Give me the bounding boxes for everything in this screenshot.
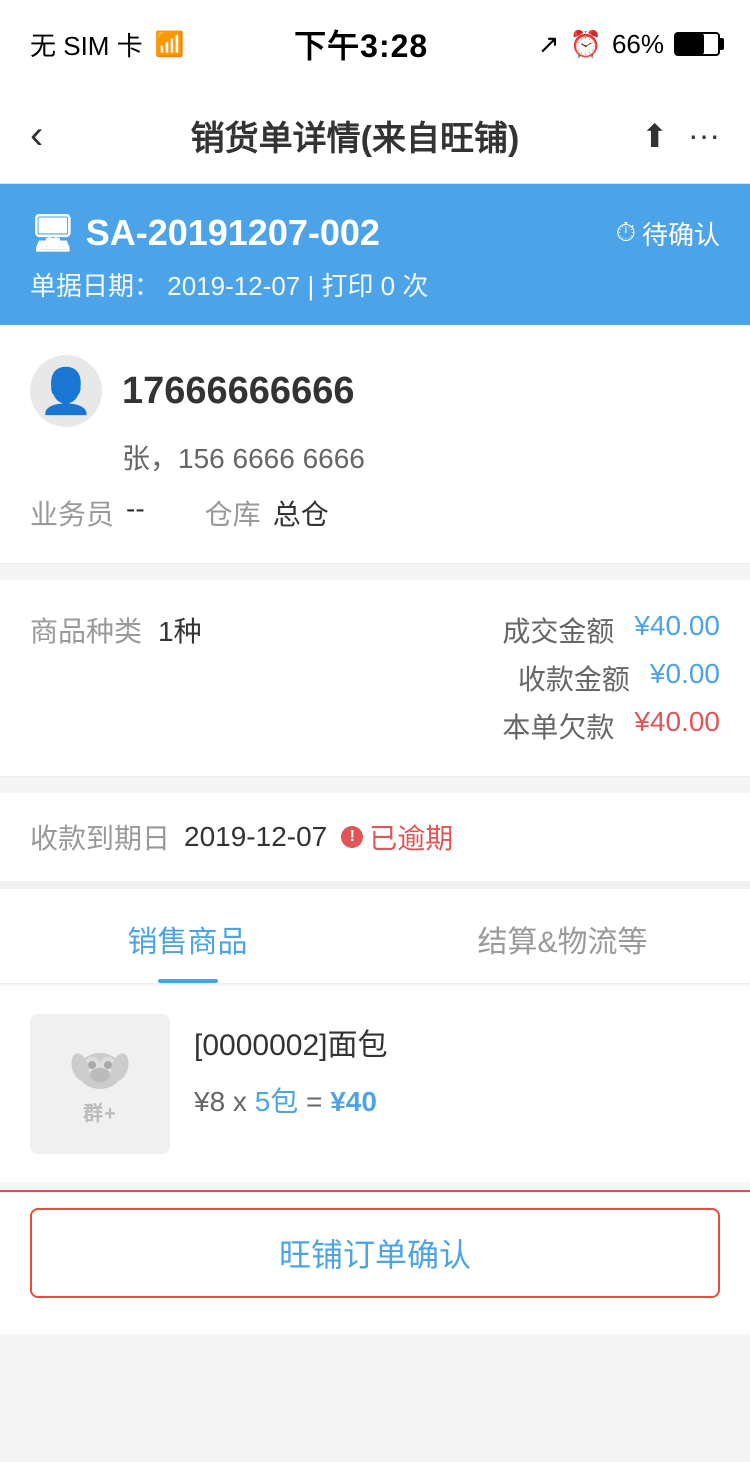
status-clock-icon: ⏱	[616, 217, 636, 249]
alarm-icon: ⏰	[570, 29, 602, 60]
order-id: 🖥 SA-20191207-002	[30, 212, 380, 254]
avatar-icon: 👤	[39, 365, 94, 417]
page-title: 销货单详情(来自旺铺)	[90, 111, 620, 160]
nav-actions: ⬆ ···	[620, 117, 720, 155]
due-section: 收款到期日 2019-12-07 ! 已逾期	[0, 793, 750, 889]
warehouse-value: 总仓	[273, 493, 329, 533]
tabs-section: 销售商品 结算&物流等	[0, 889, 750, 984]
category-label: 商品种类	[30, 610, 142, 650]
brand-text: 群+	[83, 1097, 117, 1126]
overdue-text: 已逾期	[369, 817, 453, 857]
received-value: ¥0.00	[650, 658, 720, 698]
equals-text: =	[298, 1086, 330, 1117]
order-id-text: SA-20191207-002	[86, 212, 380, 254]
product-section: 群+ [0000002]面包 ¥8 x 5包 = ¥40	[0, 986, 750, 1182]
summary-left: 商品种类 1种	[30, 610, 202, 650]
warehouse-label: 仓库	[205, 493, 261, 533]
category-value: 1种	[158, 610, 202, 650]
owed-label: 本单欠款	[502, 706, 614, 746]
price-text: ¥8 x	[194, 1086, 255, 1117]
overdue-dot-icon: !	[341, 826, 363, 848]
bottom-bar: 旺铺订单确认	[0, 1190, 750, 1334]
customer-meta: 业务员 -- 仓库 总仓	[30, 493, 720, 533]
received-row: 收款金额 ¥0.00	[502, 658, 720, 698]
order-status: ⏱ 待确认	[616, 215, 720, 252]
owed-value: ¥40.00	[634, 706, 720, 746]
status-right: ↗ ⏰ 66%	[538, 29, 720, 60]
sales-value: --	[126, 493, 145, 533]
product-thumbnail: 群+	[30, 1014, 170, 1154]
total-text: ¥40	[330, 1086, 377, 1117]
sales-meta: 业务员 --	[30, 493, 145, 533]
warehouse-meta: 仓库 总仓	[205, 493, 329, 533]
customer-phone: 17666666666	[122, 370, 354, 413]
product-name: [0000002]面包	[194, 1020, 720, 1064]
customer-name: 张，156 6666 6666	[122, 437, 720, 477]
date-value: 2019-12-07	[167, 271, 300, 301]
status-text: 待确认	[642, 215, 720, 252]
more-button[interactable]: ···	[688, 117, 720, 154]
location-icon: ↗	[538, 29, 560, 60]
due-label: 收款到期日	[30, 817, 170, 857]
product-thumb-inner: 群+	[70, 1043, 130, 1126]
product-info: [0000002]面包 ¥8 x 5包 = ¥40	[194, 1014, 720, 1120]
order-date: 单据日期： 2019-12-07 | 打印 0 次	[30, 266, 720, 303]
owl-svg-icon	[70, 1043, 130, 1093]
tab-sales[interactable]: 销售商品	[0, 889, 375, 983]
customer-section: 👤 17666666666 张，156 6666 6666 业务员 -- 仓库 …	[0, 325, 750, 564]
share-button[interactable]: ⬆	[641, 117, 668, 155]
status-left: 无 SIM 卡 📶	[30, 26, 185, 63]
sales-label: 业务员	[30, 493, 114, 533]
order-icon: 🖥	[30, 212, 76, 254]
battery-icon	[674, 32, 720, 56]
customer-row: 👤 17666666666	[30, 355, 720, 427]
product-item: 群+ [0000002]面包 ¥8 x 5包 = ¥40	[30, 1014, 720, 1154]
carrier-text: 无 SIM 卡	[30, 26, 143, 63]
due-date: 2019-12-07	[184, 821, 327, 853]
amount-value: ¥40.00	[634, 610, 720, 650]
product-price: ¥8 x 5包 = ¥40	[194, 1080, 720, 1120]
tab-sales-label: 销售商品	[128, 926, 248, 959]
battery-percent: 66%	[612, 29, 664, 60]
owed-row: 本单欠款 ¥40.00	[502, 706, 720, 746]
tab-settlement-label: 结算&物流等	[477, 926, 647, 959]
summary-right: 成交金额 ¥40.00 收款金额 ¥0.00 本单欠款 ¥40.00	[502, 610, 720, 746]
order-banner: 🖥 SA-20191207-002 ⏱ 待确认 单据日期： 2019-12-07…	[0, 184, 750, 325]
amount-label: 成交金额	[502, 610, 614, 650]
status-bar: 无 SIM 卡 📶 下午3:28 ↗ ⏰ 66%	[0, 0, 750, 88]
date-label: 单据日期：	[30, 271, 160, 301]
wifi-icon: 📶	[155, 30, 185, 59]
summary-section: 商品种类 1种 成交金额 ¥40.00 收款金额 ¥0.00 本单欠款 ¥40.…	[0, 580, 750, 777]
received-label: 收款金额	[518, 658, 630, 698]
back-button[interactable]: ‹	[30, 113, 90, 158]
nav-bar: ‹ 销货单详情(来自旺铺) ⬆ ···	[0, 88, 750, 184]
avatar: 👤	[30, 355, 102, 427]
status-time: 下午3:28	[294, 21, 428, 67]
quantity-text: 5包	[255, 1086, 299, 1117]
print-info: | 打印 0 次	[307, 271, 428, 301]
tab-settlement[interactable]: 结算&物流等	[375, 889, 750, 983]
amount-row: 成交金额 ¥40.00	[502, 610, 720, 650]
confirm-order-button[interactable]: 旺铺订单确认	[30, 1208, 720, 1298]
overdue-badge: ! 已逾期	[341, 817, 453, 857]
